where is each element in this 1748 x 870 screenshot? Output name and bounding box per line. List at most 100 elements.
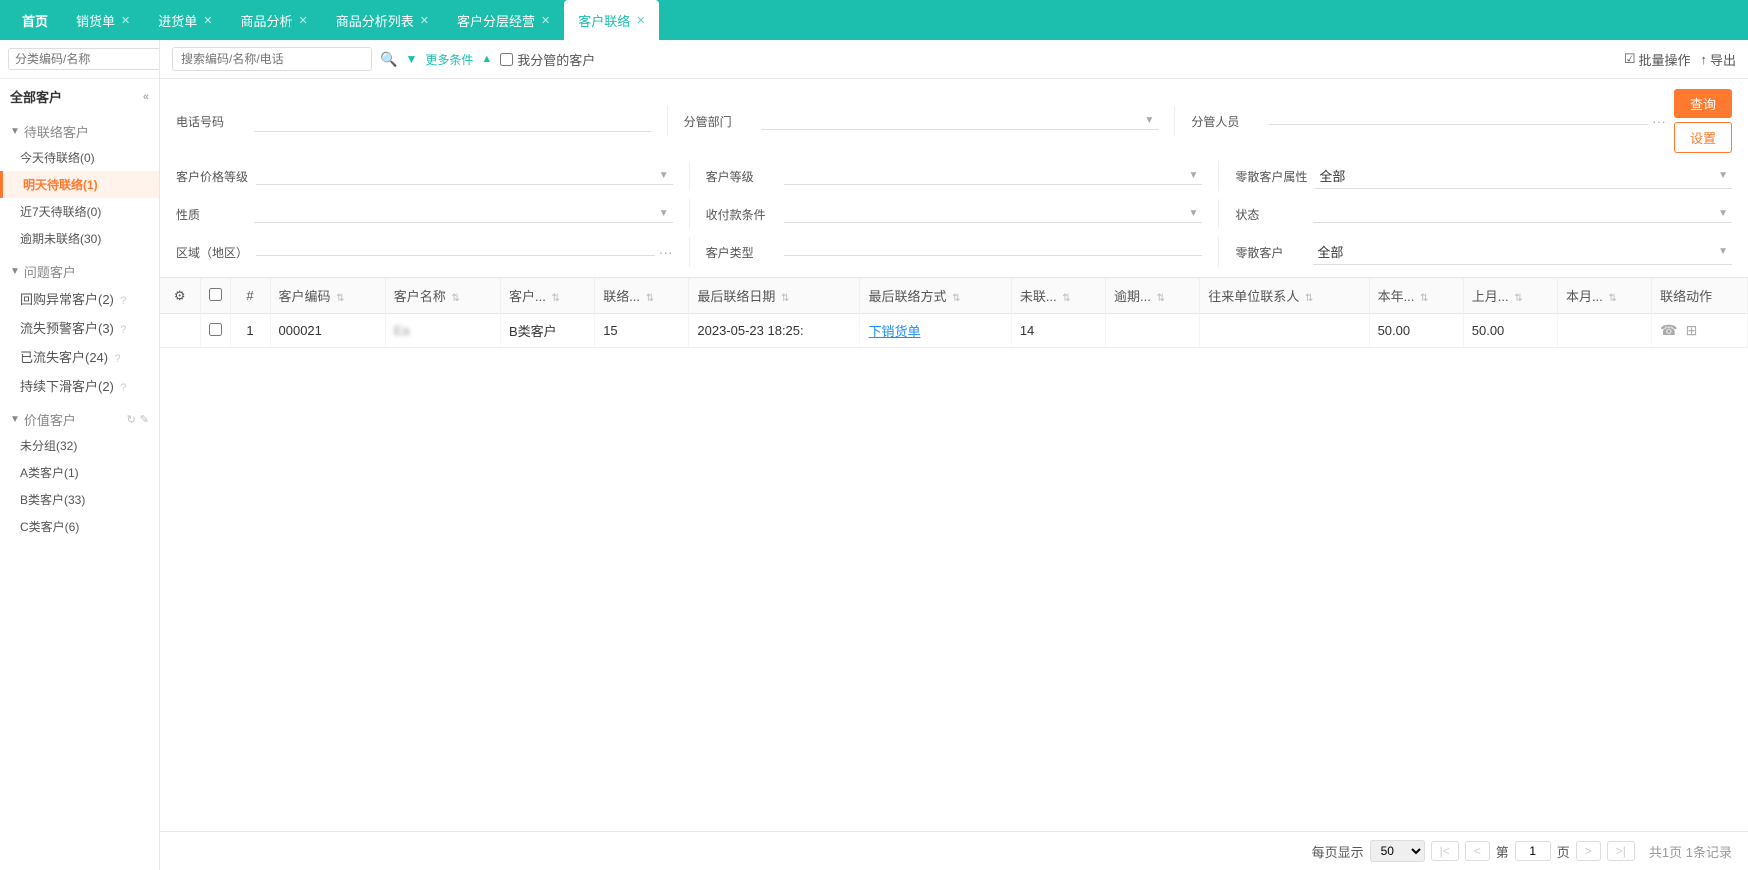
action-phone-icon[interactable]: ☎ [1660,322,1677,339]
filter-divider-2 [1174,106,1175,136]
row-settings-cell [160,314,200,348]
query-button[interactable]: 查询 [1674,89,1732,118]
value-arrow-icon: ▼ [10,414,20,425]
col-unit-contact[interactable]: 往来单位联系人 ⇅ [1200,278,1369,314]
col-settings[interactable]: ⚙ [160,278,200,314]
nav-sales[interactable]: 销货单 ✕ [62,0,144,40]
sidebar-item-churned[interactable]: 已流失客户(24) ? [0,342,159,371]
filter-payment-select[interactable]: ▼ [784,205,1203,223]
filter-phone-input[interactable] [254,111,651,132]
sidebar-item-churn-warning[interactable]: 流失预警客户(3) ? [0,313,159,342]
nav-goods-analysis-list[interactable]: 商品分析列表 ✕ [322,0,443,40]
filter-price-level-select[interactable]: ▼ [256,167,673,185]
per-page-select[interactable]: 50 100 200 [1370,840,1425,862]
close-goods-analysis-icon[interactable]: ✕ [299,14,308,27]
sidebar-item-overdue-pending[interactable]: 逾期未联络(30) [0,225,159,252]
last-page-button[interactable]: >| [1607,841,1635,861]
table-body: 1 000021 Ea B类客户 15 2023-05-23 18:25: 下销… [160,314,1748,348]
page-number-input[interactable] [1515,841,1551,861]
filter-region-select[interactable] [256,249,655,256]
settings-button[interactable]: 设置 [1674,122,1732,153]
table-area: ⚙ # 客户编码 ⇅ 客户名称 ⇅ [160,278,1748,831]
close-sales-icon[interactable]: ✕ [121,14,130,27]
filter-status: 状态 ▼ [1235,205,1732,223]
sidebar-item-7days-pending[interactable]: 近7天待联络(0) [0,198,159,225]
filter-scatter-attr-select[interactable]: 全部 ▼ [1315,163,1732,189]
sidebar-item-tomorrow-pending[interactable]: 明天待联络(1) [0,171,159,198]
col-code[interactable]: 客户编码 ⇅ [270,278,385,314]
filter-person-select[interactable] [1269,118,1648,125]
col-last-contact-way[interactable]: 最后联络方式 ⇅ [860,278,1011,314]
sidebar-item-continuous-decline[interactable]: 持续下滑客户(2) ? [0,371,159,400]
filter-nature-select[interactable]: ▼ [254,205,673,223]
nav-goods-analysis[interactable]: 商品分析 ✕ [226,0,321,40]
nav-customer-contact[interactable]: 客户联络 ✕ [564,0,659,40]
col-last-month[interactable]: 上月... ⇅ [1463,278,1557,314]
col-contact[interactable]: 联络... ⇅ [595,278,689,314]
close-customer-contact-icon[interactable]: ✕ [636,14,645,27]
row-action-cell: ☎ ⊞ [1652,314,1748,348]
filter-person-dots[interactable]: ··· [1652,113,1666,129]
search-button[interactable]: 🔍 [380,51,397,68]
col-overdue[interactable]: 逾期... ⇅ [1106,278,1200,314]
nav-customer-segment[interactable]: 客户分层经营 ✕ [443,0,564,40]
sidebar-item-today-pending[interactable]: 今天待联络(0) [0,144,159,171]
sidebar-pending-contact-title[interactable]: ▼ 待联络客户 [0,116,159,144]
close-purchase-icon[interactable]: ✕ [203,14,212,27]
sidebar-search-input[interactable] [8,48,160,70]
close-customer-segment-icon[interactable]: ✕ [541,14,550,27]
filter-scatter-attr: 零散客户属性 全部 ▼ [1235,163,1732,189]
my-customers-checkbox[interactable] [500,53,513,66]
next-page-button[interactable]: > [1576,841,1601,861]
col-this-year[interactable]: 本年... ⇅ [1369,278,1463,314]
filter-customer-type-select[interactable] [784,249,1203,256]
row-checkbox[interactable] [209,323,222,336]
sidebar-collapse-icon: « [143,91,149,103]
action-grid-icon[interactable]: ⊞ [1686,322,1698,339]
filter-region-dots[interactable]: ··· [659,244,673,260]
select-all-checkbox[interactable] [209,288,222,301]
value-refresh-icon[interactable]: ↻ [127,413,136,426]
sidebar-all-section: 全部客户 « [0,79,159,114]
nav-home[interactable]: 首页 [8,0,62,40]
filter-status-select[interactable]: ▼ [1313,205,1732,223]
sidebar-problem-title[interactable]: ▼ 问题客户 [0,256,159,284]
my-customers-toggle[interactable]: 我分管的客户 [500,50,595,69]
sidebar-search-area: 🔍 [0,40,159,79]
thisyear-sort-icon: ⇅ [1420,293,1428,304]
filter-action-buttons: 查询 设置 [1674,89,1732,153]
row-name: Ea [385,314,500,348]
filter-customer-level-select[interactable]: ▼ [784,167,1203,185]
close-goods-analysis-list-icon[interactable]: ✕ [420,14,429,27]
last-contact-way-link[interactable]: 下销货单 [868,324,920,339]
sidebar-item-c-class[interactable]: C类客户(6) [0,513,159,540]
sidebar-item-b-class[interactable]: B类客户(33) [0,486,159,513]
batch-op-button[interactable]: ☑ 批量操作 [1624,50,1691,69]
sidebar-item-a-class[interactable]: A类客户(1) [0,459,159,486]
col-name[interactable]: 客户名称 ⇅ [385,278,500,314]
sidebar-item-rebuy-abnormal[interactable]: 回购异常客户(2) ? [0,284,159,313]
sidebar-value-title[interactable]: ▼ 价值客户 ↻ ✎ [0,404,159,432]
first-page-button[interactable]: |< [1431,841,1459,861]
sidebar-item-ungrouped[interactable]: 未分组(32) [0,432,159,459]
export-button[interactable]: ↑ 导出 [1700,50,1736,69]
more-conditions-button[interactable]: 更多条件 [425,51,473,68]
prev-page-button[interactable]: < [1465,841,1490,861]
col-uncontacted[interactable]: 未联... ⇅ [1011,278,1105,314]
filter-icon: ▼ [405,52,417,66]
more-conditions-arrow: ▲ [481,53,492,65]
filter-dept-select[interactable]: ▼ [762,112,1159,130]
per-page-label: 每页显示 [1312,842,1364,861]
col-last-contact-date[interactable]: 最后联络日期 ⇅ [689,278,860,314]
nav-purchase[interactable]: 进货单 ✕ [144,0,226,40]
sidebar-all-customers[interactable]: 全部客户 « [0,81,159,112]
col-this-month[interactable]: 本月... ⇅ [1557,278,1651,314]
search-input[interactable] [172,47,372,71]
toolbar: 🔍 ▼ 更多条件 ▲ 我分管的客户 ☑ 批量操作 ↑ 导出 [160,40,1748,79]
uncontacted-sort-icon: ⇅ [1062,293,1070,304]
filter-customer-type: 客户类型 [706,244,1203,261]
table-settings-icon[interactable]: ⚙ [174,288,186,303]
filter-scatter-customer-select[interactable]: 全部 ▼ [1313,239,1732,265]
col-type[interactable]: 客户... ⇅ [501,278,595,314]
value-edit-icon[interactable]: ✎ [140,413,149,426]
